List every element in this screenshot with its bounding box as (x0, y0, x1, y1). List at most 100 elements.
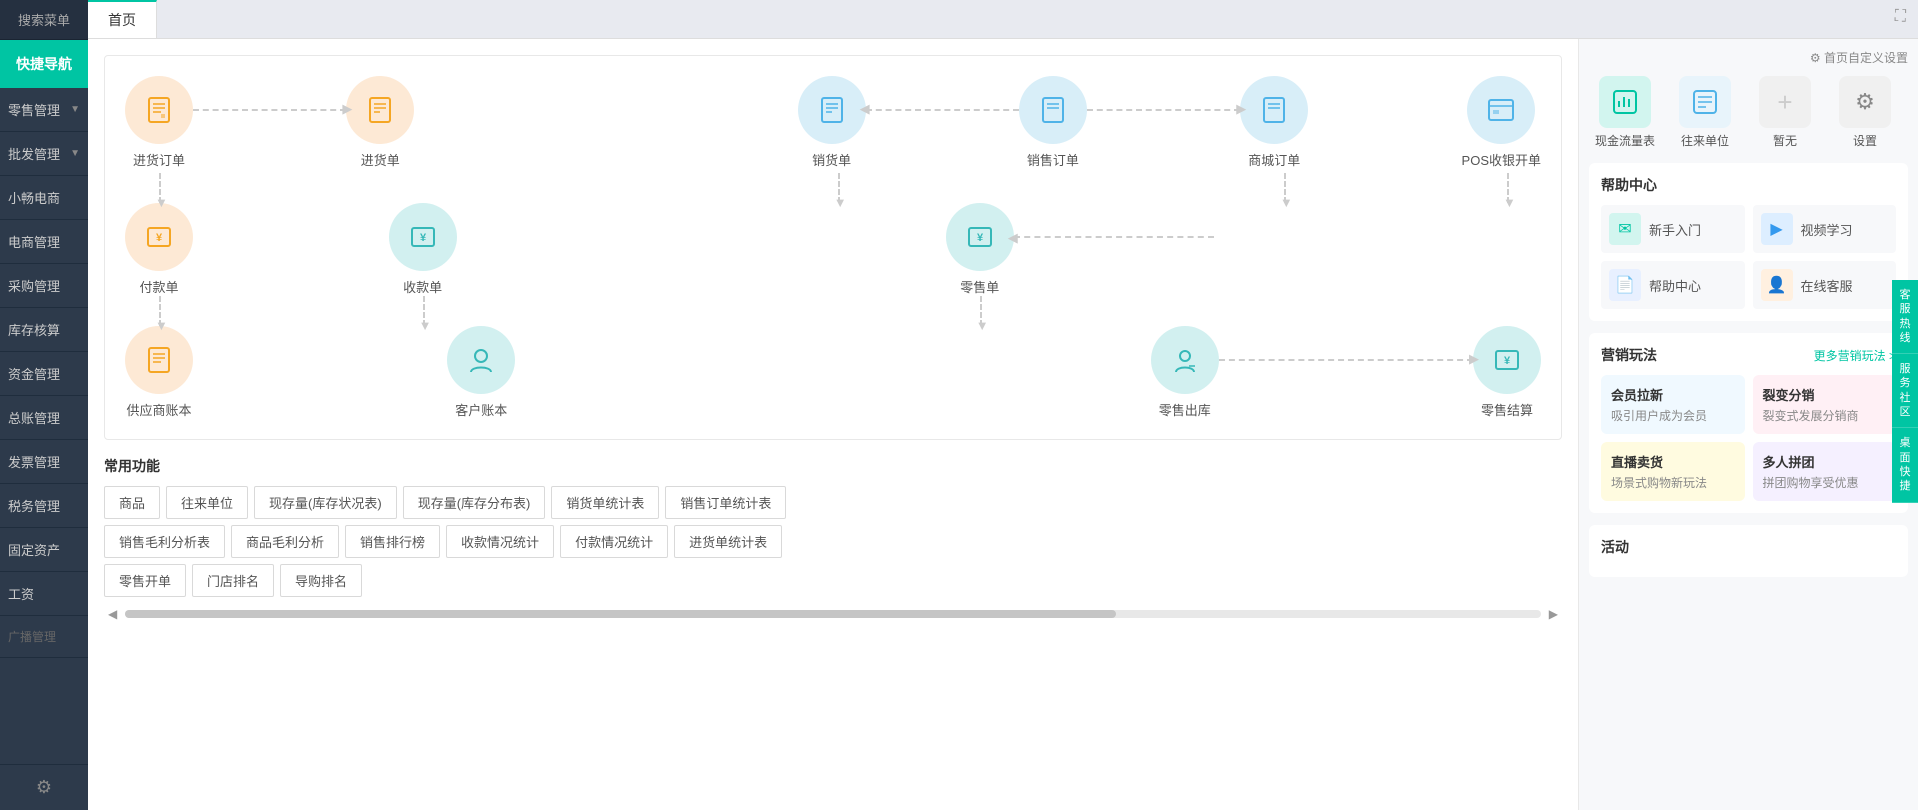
purchase-order-label: 进货订单 (133, 150, 185, 169)
customize-header[interactable]: ⚙ 首页自定义设置 (1589, 49, 1908, 66)
flow-node-pos[interactable]: POS收银开单 (1462, 76, 1541, 169)
func-btn-sales-stat[interactable]: 销货单统计表 (551, 486, 659, 519)
scroll-left-arrow[interactable]: ◀ (104, 605, 121, 623)
arrow-down-payment: ▼ (159, 296, 161, 326)
flow-node-retail-out[interactable]: 零售出库 (1151, 326, 1219, 419)
sidebar-item-inventory[interactable]: 库存核算 (0, 308, 88, 352)
scroll-right-arrow[interactable]: ▶ (1545, 605, 1562, 623)
arrow-down-pos: ▼ (1507, 173, 1509, 203)
sidebar-item-tax[interactable]: 税务管理 (0, 484, 88, 528)
shortcut-partner[interactable]: 往来单位 (1669, 76, 1741, 149)
settings-label: 设置 (1853, 132, 1877, 149)
float-btn-customer-service[interactable]: 客服热线 (1892, 280, 1918, 354)
flow-node-receipt[interactable]: ¥ 收款单 (389, 203, 457, 296)
sidebar-item-ecommerce[interactable]: 电商管理 (0, 220, 88, 264)
func-btn-partner[interactable]: 往来单位 (166, 486, 248, 519)
sidebar-item-purchase[interactable]: 采购管理 (0, 264, 88, 308)
arrow-down-mall: ▼ (1284, 173, 1286, 203)
sidebar-search[interactable]: 搜索菜单 (0, 0, 88, 40)
func-btn-receipt-stat[interactable]: 收款情况统计 (446, 525, 554, 558)
func-grid-1: 商品 往来单位 现存量(库存状况表) 现存量(库存分布表) 销货单统计表 销售订… (104, 486, 1562, 519)
sidebar-item-asset[interactable]: 固定资产 (0, 528, 88, 572)
none-label: 暂无 (1773, 132, 1797, 149)
flow-node-purchase-bill[interactable]: 进货单 (346, 76, 414, 169)
flow-node-mall-order[interactable]: 商城订单 (1240, 76, 1308, 169)
sales-bill-label: 销货单 (812, 150, 851, 169)
func-btn-stock1[interactable]: 现存量(库存状况表) (254, 486, 397, 519)
func-btn-order-stat[interactable]: 销售订单统计表 (665, 486, 786, 519)
marketing-live[interactable]: 直播卖货 场景式购物新玩法 (1601, 442, 1745, 501)
func-grid-3: 零售开单 门店排名 导购排名 (104, 564, 1562, 597)
marketing-more[interactable]: 更多营销玩法 > (1814, 347, 1896, 364)
sidebar-item-more[interactable]: 广播管理 (0, 616, 88, 658)
arrow-down-purchase: ▼ (159, 173, 161, 203)
shortcut-cashflow[interactable]: 现金流量表 (1589, 76, 1661, 149)
cashflow-icon (1599, 76, 1651, 128)
func-btn-purchase-stat[interactable]: 进货单统计表 (674, 525, 782, 558)
retail-settle-icon: ¥ (1473, 326, 1541, 394)
flow-node-retail-settle[interactable]: ¥ 零售结算 (1473, 326, 1541, 419)
func-btn-goods[interactable]: 商品 (104, 486, 160, 519)
tab-home[interactable]: 首页 (88, 0, 157, 38)
help-item-help[interactable]: 📄 帮助中心 (1601, 261, 1745, 309)
func-btn-stock2[interactable]: 现存量(库存分布表) (403, 486, 546, 519)
right-panel: ⚙ 首页自定义设置 现金流量表 往来单位 + 暂无 (1578, 39, 1918, 810)
func-btn-retail-order[interactable]: 零售开单 (104, 564, 186, 597)
float-btn-desktop[interactable]: 桌面快捷 (1892, 428, 1918, 502)
sidebar-item-salary[interactable]: 工资 (0, 572, 88, 616)
cashflow-label: 现金流量表 (1595, 132, 1655, 149)
marketing-member[interactable]: 会员拉新 吸引用户成为会员 (1601, 375, 1745, 434)
shortcut-none[interactable]: + 暂无 (1749, 76, 1821, 149)
help-grid: ✉ 新手入门 ▶ 视频学习 📄 帮助中心 👤 在线客服 (1601, 205, 1896, 309)
flow-node-sales-order[interactable]: 销售订单 (1019, 76, 1087, 169)
retail-bill-label: 零售单 (960, 277, 999, 296)
video-label: 视频学习 (1801, 220, 1853, 239)
receipt-label: 收款单 (403, 277, 442, 296)
func-btn-goods-profit[interactable]: 商品毛利分析 (231, 525, 339, 558)
shortcut-settings[interactable]: ⚙ 设置 (1829, 76, 1901, 149)
expand-button[interactable]: ⛶ (1883, 0, 1918, 38)
right-float-buttons: 客服热线 服务社区 桌面快捷 (1892, 280, 1918, 503)
sidebar-item-general[interactable]: 总账管理 (0, 396, 88, 440)
retail-out-label: 零售出库 (1159, 400, 1211, 419)
func-btn-payment-stat[interactable]: 付款情况统计 (560, 525, 668, 558)
flow-node-retail-bill[interactable]: ¥ 零售单 (946, 203, 1014, 296)
help-item-support[interactable]: 👤 在线客服 (1753, 261, 1897, 309)
help-item-video[interactable]: ▶ 视频学习 (1753, 205, 1897, 253)
partner-icon (1679, 76, 1731, 128)
purchase-bill-label: 进货单 (361, 150, 400, 169)
flow-node-sales-bill[interactable]: 销货单 (798, 76, 866, 169)
receipt-icon: ¥ (389, 203, 457, 271)
flow-node-purchase-order[interactable]: 进货订单 (125, 76, 193, 169)
activity-title: 活动 (1601, 537, 1896, 557)
svg-text:¥: ¥ (420, 232, 427, 244)
flow-node-supplier-account[interactable]: 供应商账本 (125, 326, 193, 419)
func-btn-guide-rank[interactable]: 导购排名 (280, 564, 362, 597)
sidebar-item-retail[interactable]: 零售管理 ▼ (0, 88, 88, 132)
group-title: 多人拼团 (1763, 452, 1887, 471)
supplier-account-label: 供应商账本 (126, 400, 191, 419)
sidebar-item-xiaochang[interactable]: 小畅电商 (0, 176, 88, 220)
help-item-beginner[interactable]: ✉ 新手入门 (1601, 205, 1745, 253)
sidebar-item-finance[interactable]: 资金管理 (0, 352, 88, 396)
live-desc: 场景式购物新玩法 (1611, 474, 1735, 491)
flow-node-payment[interactable]: ¥ 付款单 (125, 203, 193, 296)
beginner-label: 新手入门 (1649, 220, 1701, 239)
func-btn-store-rank[interactable]: 门店排名 (192, 564, 274, 597)
sidebar-quick-nav[interactable]: 快捷导航 (0, 40, 88, 88)
fission-desc: 裂变式发展分销商 (1763, 407, 1887, 424)
float-btn-community[interactable]: 服务社区 (1892, 354, 1918, 428)
sidebar-item-wholesale[interactable]: 批发管理 ▼ (0, 132, 88, 176)
payment-icon: ¥ (125, 203, 193, 271)
func-btn-sales-profit[interactable]: 销售毛利分析表 (104, 525, 225, 558)
func-btn-sales-rank[interactable]: 销售排行榜 (345, 525, 440, 558)
marketing-section: 营销玩法 更多营销玩法 > 会员拉新 吸引用户成为会员 裂变分销 裂变式发展分销… (1589, 333, 1908, 513)
scroll-track[interactable] (125, 610, 1541, 618)
marketing-fission[interactable]: 裂变分销 裂变式发展分销商 (1753, 375, 1897, 434)
sidebar-item-invoice[interactable]: 发票管理 (0, 440, 88, 484)
flow-node-customer-account[interactable]: 客户账本 (447, 326, 515, 419)
settings-icon[interactable]: ⚙ (0, 764, 88, 810)
sales-order-label: 销售订单 (1027, 150, 1079, 169)
marketing-group[interactable]: 多人拼团 拼团购物享受优惠 (1753, 442, 1897, 501)
arrow-down-retail: ▼ (980, 296, 982, 326)
